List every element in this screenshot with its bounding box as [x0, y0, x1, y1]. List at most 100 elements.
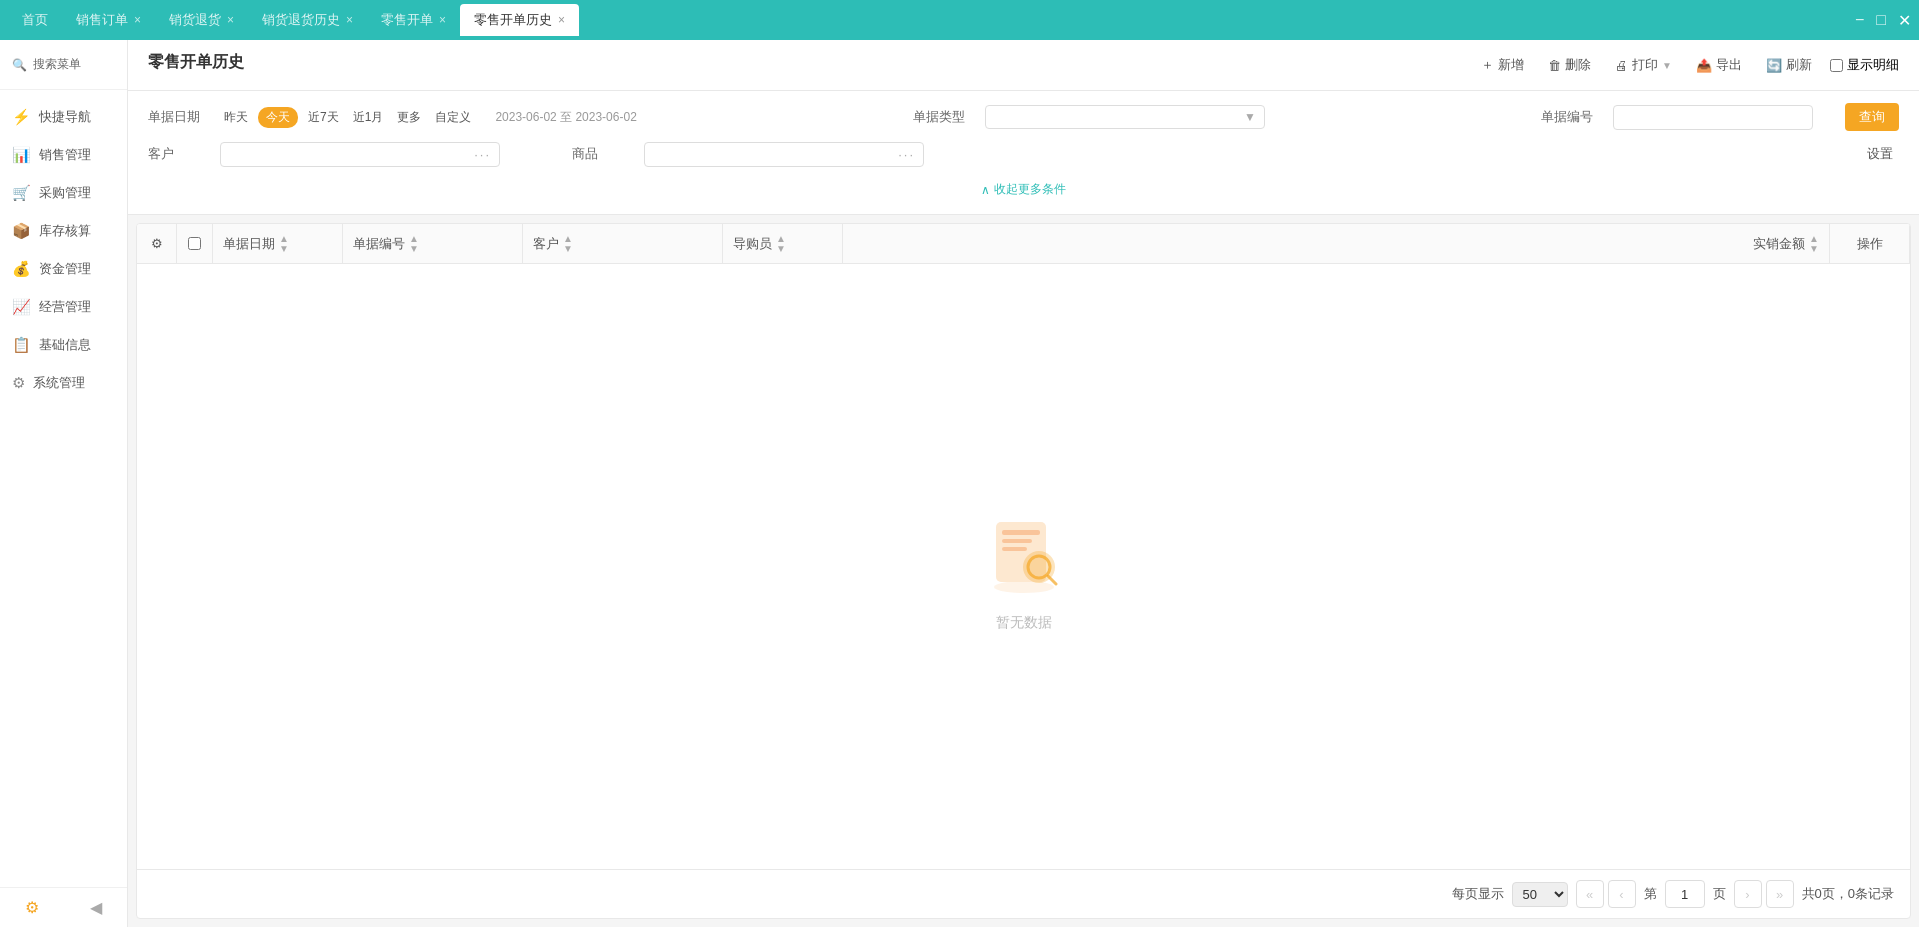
tab-retail-open-history[interactable]: 零售开单历史 ×	[460, 4, 579, 36]
print-icon: 🖨	[1615, 58, 1628, 73]
print-button[interactable]: 🖨 打印 ▼	[1609, 52, 1678, 78]
number-filter-label: 单据编号	[1541, 108, 1597, 126]
shortcut-custom[interactable]: 自定义	[431, 107, 475, 128]
sidebar-collapse-icon[interactable]: ◀	[90, 898, 102, 917]
tab-retail-open[interactable]: 零售开单 ×	[367, 4, 460, 36]
empty-state: 暂无数据	[137, 264, 1910, 869]
table-header: ⚙ 单据日期 ▲▼ 单据编号 ▲▼ 客户 ▲▼ 导购员	[137, 224, 1910, 264]
tab-retail-open-close[interactable]: ×	[439, 13, 446, 27]
collapse-row: ∧ 收起更多条件	[148, 177, 1899, 202]
sidebar-item-basic-info[interactable]: 📋 基础信息	[0, 326, 127, 364]
page-size-select[interactable]: 50 10 20 100	[1512, 882, 1568, 907]
select-all-checkbox[interactable]	[188, 237, 201, 250]
number-filter-input[interactable]	[1613, 105, 1813, 130]
display-cols-checkbox[interactable]	[1830, 59, 1843, 72]
basic-info-icon: 📋	[12, 336, 31, 354]
type-filter-select[interactable]: ▼	[985, 105, 1265, 129]
page-header: 零售开单历史 ＋ 新增 🗑 删除 🖨 打印 ▼ 📤 导出	[128, 40, 1919, 91]
tab-sales-order[interactable]: 销售订单 ×	[62, 4, 155, 36]
tab-sales-order-close[interactable]: ×	[134, 13, 141, 27]
page-next-button[interactable]: ›	[1734, 880, 1762, 908]
filter-row-2: 客户 ··· 商品 ··· 设置	[148, 141, 1899, 167]
th-date[interactable]: 单据日期 ▲▼	[213, 224, 343, 263]
goods-filter-field[interactable]	[653, 147, 898, 162]
settings-label: 设置	[1867, 145, 1893, 163]
export-button[interactable]: 📤 导出	[1690, 52, 1748, 78]
query-label: 查询	[1859, 108, 1885, 126]
delete-button[interactable]: 🗑 删除	[1542, 52, 1597, 78]
th-settings[interactable]: ⚙	[137, 224, 177, 263]
page-prev-button[interactable]: ‹	[1608, 880, 1636, 908]
th-customer-label: 客户	[533, 235, 559, 253]
sidebar-search-area[interactable]: 🔍 搜索菜单	[0, 40, 127, 90]
empty-icon	[974, 502, 1074, 602]
goods-filter-input[interactable]: ···	[644, 142, 924, 167]
sidebar-nav: ⚡ 快捷导航 📊 销售管理 🛒 采购管理 📦 库存核算 💰 资金管理 📈	[0, 90, 127, 887]
page-last-button[interactable]: »	[1766, 880, 1794, 908]
tab-sales-return-history[interactable]: 销货退货历史 ×	[248, 4, 367, 36]
goods-more-dots: ···	[898, 147, 915, 162]
window-close-icon[interactable]: ✕	[1898, 11, 1911, 30]
tab-retail-open-history-close[interactable]: ×	[558, 13, 565, 27]
page-first-button[interactable]: «	[1576, 880, 1604, 908]
sidebar-search[interactable]: 🔍 搜索菜单	[0, 50, 127, 79]
page-input[interactable]	[1665, 880, 1705, 908]
sidebar-item-purchase-mgmt[interactable]: 🛒 采购管理	[0, 174, 127, 212]
shortcut-more[interactable]: 更多	[393, 107, 425, 128]
th-amount[interactable]: 实销金额 ▲▼	[843, 224, 1830, 263]
query-button[interactable]: 查询	[1845, 103, 1899, 131]
sidebar-item-operations[interactable]: 📈 经营管理	[0, 288, 127, 326]
customer-filter-input[interactable]: ···	[220, 142, 500, 167]
customer-filter-field[interactable]	[229, 147, 474, 162]
sidebar-settings-icon[interactable]: ⚙	[25, 898, 39, 917]
tab-home-label: 首页	[22, 11, 48, 29]
sidebar-item-system[interactable]: ⚙ 系统管理	[0, 364, 127, 402]
inventory-icon: 📦	[12, 222, 31, 240]
type-filter-label: 单据类型	[913, 108, 969, 126]
search-icon: 🔍	[12, 58, 27, 72]
number-filter-field[interactable]	[1622, 110, 1804, 125]
shortcut-today[interactable]: 今天	[258, 107, 298, 128]
tab-sales-return-close[interactable]: ×	[227, 13, 234, 27]
sidebar-item-quick-nav-label: 快捷导航	[39, 108, 91, 126]
add-button[interactable]: ＋ 新增	[1475, 52, 1530, 78]
page-title: 零售开单历史	[148, 52, 244, 85]
customer-sort-icon[interactable]: ▲▼	[563, 234, 573, 254]
tab-sales-return-history-close[interactable]: ×	[346, 13, 353, 27]
window-maximize-icon[interactable]: □	[1876, 11, 1886, 29]
amount-sort-icon[interactable]: ▲▼	[1809, 234, 1819, 254]
shortcut-1month[interactable]: 近1月	[349, 107, 388, 128]
number-sort-icon[interactable]: ▲▼	[409, 234, 419, 254]
sidebar-item-inventory[interactable]: 📦 库存核算	[0, 212, 127, 250]
collapse-button[interactable]: ∧ 收起更多条件	[971, 177, 1076, 202]
sidebar: 🔍 搜索菜单 ⚡ 快捷导航 📊 销售管理 🛒 采购管理 📦 库存核算 �	[0, 40, 128, 927]
th-customer[interactable]: 客户 ▲▼	[523, 224, 723, 263]
page-size-label: 每页显示	[1452, 885, 1504, 903]
sidebar-item-finance-label: 资金管理	[39, 260, 91, 278]
sidebar-item-finance[interactable]: 💰 资金管理	[0, 250, 127, 288]
refresh-button[interactable]: 🔄 刷新	[1760, 52, 1818, 78]
guide-sort-icon[interactable]: ▲▼	[776, 234, 786, 254]
th-checkbox[interactable]	[177, 224, 213, 263]
tab-sales-return-label: 销货退货	[169, 11, 221, 29]
add-icon: ＋	[1481, 56, 1494, 74]
date-range-display: 2023-06-02 至 2023-06-02	[495, 109, 636, 126]
window-minimize-icon[interactable]: −	[1855, 11, 1864, 29]
display-cols-label: 显示明细	[1847, 56, 1899, 74]
shortcut-yesterday[interactable]: 昨天	[220, 107, 252, 128]
th-number[interactable]: 单据编号 ▲▼	[343, 224, 523, 263]
sidebar-item-quick-nav[interactable]: ⚡ 快捷导航	[0, 98, 127, 136]
sidebar-item-inventory-label: 库存核算	[39, 222, 91, 240]
shortcut-7days[interactable]: 近7天	[304, 107, 343, 128]
column-settings-icon[interactable]: ⚙	[151, 236, 163, 251]
settings-button[interactable]: 设置	[1861, 141, 1899, 167]
refresh-icon: 🔄	[1766, 58, 1782, 73]
print-dropdown-icon: ▼	[1662, 60, 1672, 71]
th-guide[interactable]: 导购员 ▲▼	[723, 224, 843, 263]
tab-sales-return[interactable]: 销货退货 ×	[155, 4, 248, 36]
date-sort-icon[interactable]: ▲▼	[279, 234, 289, 254]
tab-home[interactable]: 首页	[8, 4, 62, 36]
tab-bar: 首页 销售订单 × 销货退货 × 销货退货历史 × 零售开单 × 零售开单历史 …	[0, 0, 1919, 40]
th-number-label: 单据编号	[353, 235, 405, 253]
sidebar-item-sales-mgmt[interactable]: 📊 销售管理	[0, 136, 127, 174]
